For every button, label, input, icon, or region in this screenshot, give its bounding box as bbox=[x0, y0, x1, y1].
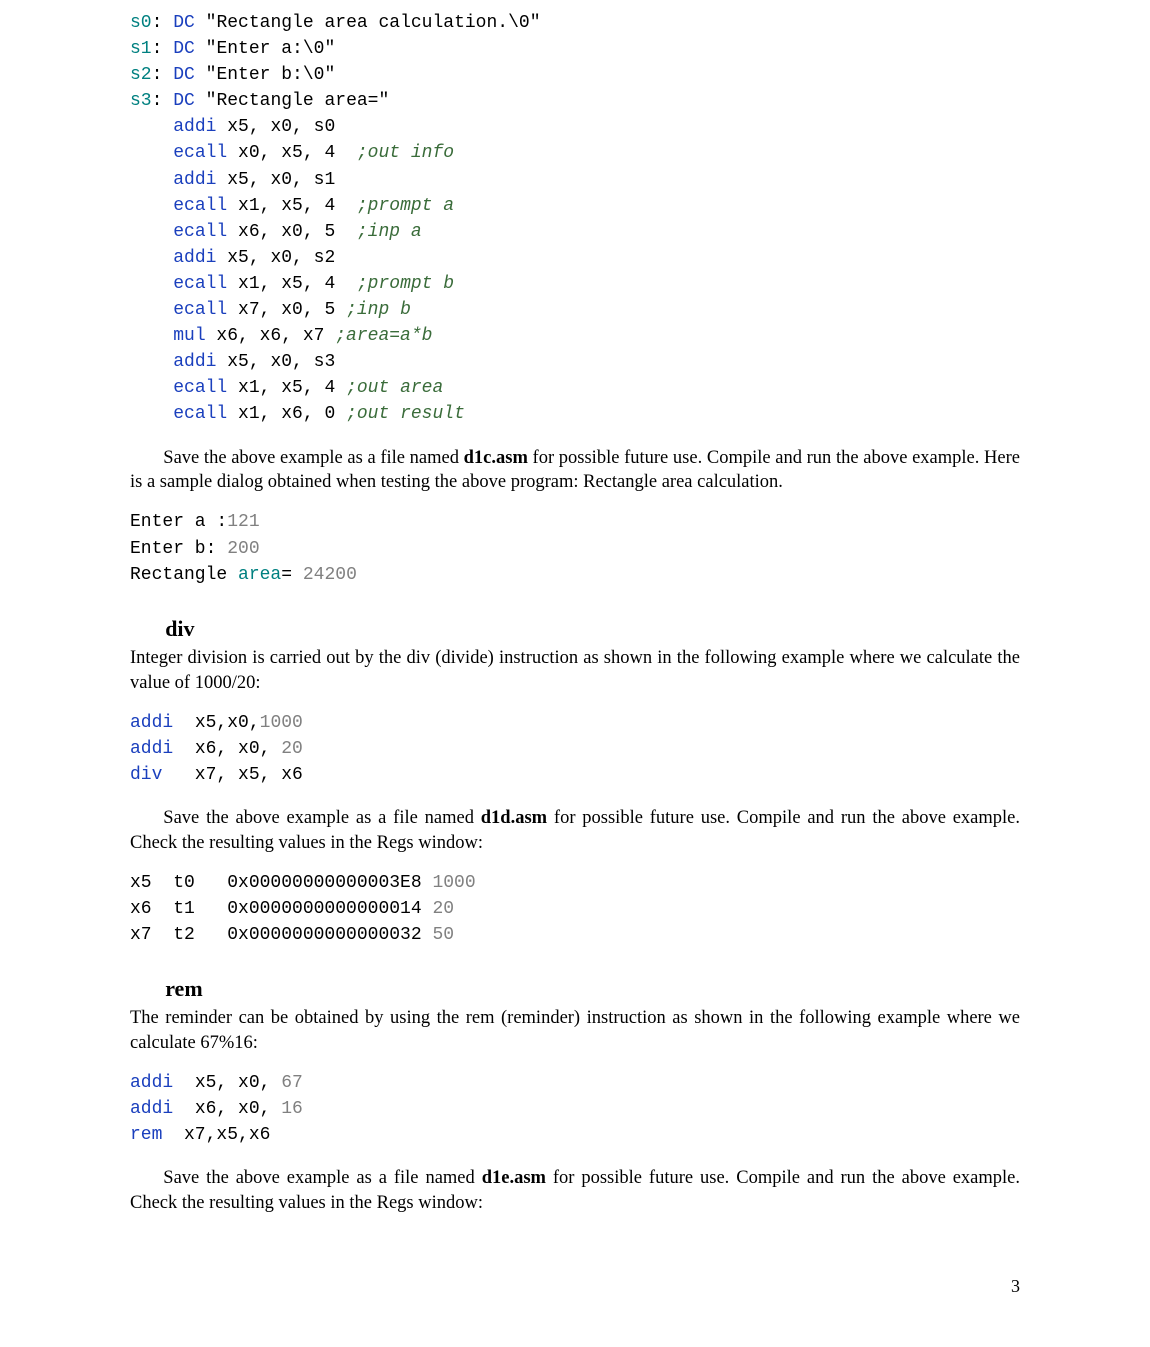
text: Save the above example as a file named bbox=[163, 808, 480, 828]
comment: ;out area bbox=[346, 378, 443, 398]
reg-hex: 0x0000000000000032 bbox=[227, 925, 432, 945]
document-page: s0: DC "Rectangle area calculation.\0" s… bbox=[0, 0, 1150, 1347]
comment: ;out info bbox=[357, 143, 454, 163]
dialog-value: 121 bbox=[227, 512, 259, 532]
op-addi: addi bbox=[130, 1073, 173, 1093]
op-addi: addi bbox=[130, 1099, 173, 1119]
num: 20 bbox=[281, 739, 303, 759]
page-number: 3 bbox=[130, 1276, 1020, 1297]
paragraph-save-d1d: Save the above example as a file named d… bbox=[130, 806, 1020, 856]
reg-hex: 0x0000000000000014 bbox=[227, 899, 432, 919]
args: x1, x6, 0 bbox=[227, 404, 346, 424]
args: x7, x5, x6 bbox=[162, 765, 302, 785]
comment: ;area=a*b bbox=[335, 326, 432, 346]
op-ecall: ecall bbox=[173, 404, 227, 424]
op-ecall: ecall bbox=[173, 143, 227, 163]
label-s3: s3 bbox=[130, 91, 152, 111]
paragraph-save-d1e: Save the above example as a file named d… bbox=[130, 1166, 1020, 1216]
args: x7,x5,x6 bbox=[162, 1125, 270, 1145]
kw-dc: DC bbox=[173, 39, 195, 59]
comment: ;inp a bbox=[357, 222, 422, 242]
op-ecall: ecall bbox=[173, 300, 227, 320]
dialog-value: 24200 bbox=[303, 565, 357, 585]
reg-row: x5 t0 bbox=[130, 873, 227, 893]
reg-hex: 0x00000000000003E8 bbox=[227, 873, 432, 893]
args: x1, x5, 4 bbox=[227, 196, 357, 216]
paragraph-save-d1c: Save the above example as a file named d… bbox=[130, 446, 1020, 496]
str-s3: "Rectangle area=" bbox=[206, 91, 390, 111]
op-rem: rem bbox=[130, 1125, 162, 1145]
reg-dec: 50 bbox=[432, 925, 454, 945]
num: 67 bbox=[281, 1073, 303, 1093]
reg-row: x6 t1 bbox=[130, 899, 227, 919]
kw-dc: DC bbox=[173, 13, 195, 33]
str-s0: "Rectangle area calculation.\0" bbox=[206, 13, 541, 33]
text: Save the above example as a file named bbox=[163, 448, 463, 468]
filename-d1c: d1c.asm bbox=[464, 448, 528, 468]
reg-dec: 20 bbox=[432, 899, 454, 919]
args: x6, x0, bbox=[173, 739, 281, 759]
code-div: addi x5,x0,1000 addi x6, x0, 20 div x7, … bbox=[130, 710, 1020, 788]
comment: ;out result bbox=[346, 404, 465, 424]
paragraph-rem: The reminder can be obtained by using th… bbox=[130, 1006, 1020, 1056]
op-ecall: ecall bbox=[173, 222, 227, 242]
kw-dc: DC bbox=[173, 91, 195, 111]
comment: ;prompt a bbox=[357, 196, 454, 216]
op-ecall: ecall bbox=[173, 378, 227, 398]
op-addi: addi bbox=[173, 117, 216, 137]
str-s2: "Enter b:\0" bbox=[206, 65, 336, 85]
op-ecall: ecall bbox=[173, 274, 227, 294]
heading-div: div bbox=[165, 616, 1020, 642]
args: x1, x5, 4 bbox=[227, 274, 357, 294]
args: x1, x5, 4 bbox=[227, 378, 346, 398]
sample-dialog: Enter a :121 Enter b: 200 Rectangle area… bbox=[130, 509, 1020, 587]
heading-rem: rem bbox=[165, 976, 1020, 1002]
label-s2: s2 bbox=[130, 65, 152, 85]
comment: ;prompt b bbox=[357, 274, 454, 294]
args: x5, x0, s0 bbox=[216, 117, 335, 137]
paragraph-div: Integer division is carried out by the d… bbox=[130, 646, 1020, 696]
op-addi: addi bbox=[173, 170, 216, 190]
regs-div: x5 t0 0x00000000000003E8 1000 x6 t1 0x00… bbox=[130, 870, 1020, 948]
op-addi: addi bbox=[130, 713, 173, 733]
args: x5, x0, bbox=[173, 1073, 281, 1093]
args: x5, x0, s3 bbox=[216, 352, 335, 372]
dialog-row: = bbox=[281, 565, 303, 585]
op-ecall: ecall bbox=[173, 196, 227, 216]
args: x7, x0, 5 bbox=[227, 300, 346, 320]
op-addi: addi bbox=[130, 739, 173, 759]
dialog-row: Enter a : bbox=[130, 512, 227, 532]
reg-row: x7 t2 bbox=[130, 925, 227, 945]
comment: ;inp b bbox=[346, 300, 411, 320]
code-rem: addi x5, x0, 67 addi x6, x0, 16 rem x7,x… bbox=[130, 1070, 1020, 1148]
dialog-row: Rectangle bbox=[130, 565, 238, 585]
op-addi: addi bbox=[173, 352, 216, 372]
code-rectangle: s0: DC "Rectangle area calculation.\0" s… bbox=[130, 10, 1020, 428]
num: 16 bbox=[281, 1099, 303, 1119]
text: Save the above example as a file named bbox=[163, 1168, 481, 1188]
op-div: div bbox=[130, 765, 162, 785]
args: x6, x6, x7 bbox=[206, 326, 336, 346]
args: x5,x0, bbox=[173, 713, 259, 733]
args: x6, x0, 5 bbox=[227, 222, 357, 242]
dialog-row: Enter b: bbox=[130, 539, 227, 559]
args: x6, x0, bbox=[173, 1099, 281, 1119]
kw-dc: DC bbox=[173, 65, 195, 85]
num: 1000 bbox=[260, 713, 303, 733]
filename-d1e: d1e.asm bbox=[482, 1168, 546, 1188]
reg-dec: 1000 bbox=[432, 873, 475, 893]
op-mul: mul bbox=[173, 326, 205, 346]
dialog-row: area bbox=[238, 565, 281, 585]
args: x0, x5, 4 bbox=[227, 143, 357, 163]
label-s0: s0 bbox=[130, 13, 152, 33]
op-addi: addi bbox=[173, 248, 216, 268]
args: x5, x0, s1 bbox=[216, 170, 335, 190]
dialog-value: 200 bbox=[227, 539, 259, 559]
label-s1: s1 bbox=[130, 39, 152, 59]
args: x5, x0, s2 bbox=[216, 248, 335, 268]
filename-d1d: d1d.asm bbox=[481, 808, 547, 828]
str-s1: "Enter a:\0" bbox=[206, 39, 336, 59]
